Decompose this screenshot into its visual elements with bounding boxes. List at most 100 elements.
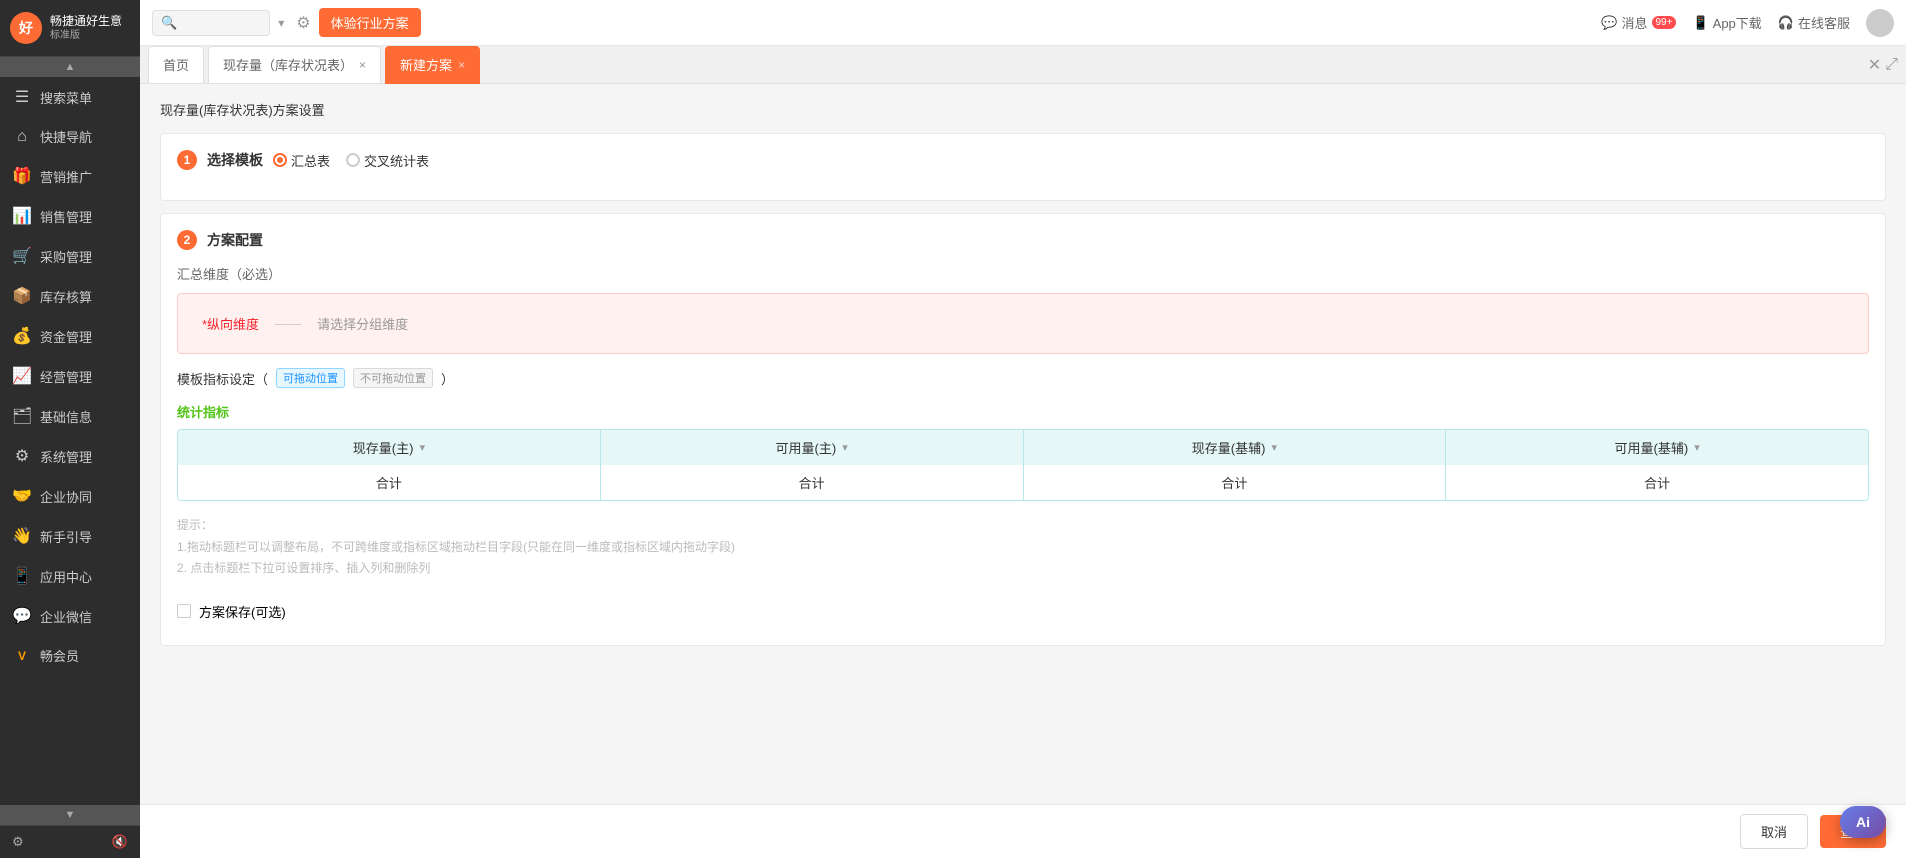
sidebar-item-marketing[interactable]: 🎁 营销推广 — [0, 156, 140, 196]
col-header-3[interactable]: 可用量(基辅) ▾ — [1446, 430, 1868, 465]
stats-table-body: 合计 合计 合计 合计 — [178, 465, 1868, 500]
col-header-1[interactable]: 可用量(主) ▾ — [601, 430, 1024, 465]
sidebar-item-quick-nav[interactable]: ⌂ 快捷导航 — [0, 117, 140, 156]
message-icon: 💬 — [1601, 15, 1617, 31]
indicator-settings-label: 模板指标设定（ 可拖动位置 不可拖动位置 ） — [177, 368, 1869, 388]
logo-icon: 好 — [10, 12, 42, 44]
sidebar: 好 畅捷通好生意 标准版 ▲ ☰ 搜索菜单 ⌂ 快捷导航 🎁 营销推广 📊 销售… — [0, 0, 140, 858]
app-center-icon: 📱 — [12, 566, 32, 586]
sidebar-item-vip[interactable]: V 畅会员 — [0, 636, 140, 675]
radio-summary-circle — [273, 153, 287, 167]
ai-fab-button[interactable]: Ai — [1840, 806, 1886, 838]
stats-section: 统计指标 现存量(主) ▾ 可用量(主) ▾ 现存量(基辅) — [177, 402, 1869, 501]
radio-summary[interactable]: 汇总表 — [273, 151, 330, 170]
col-chevron-3[interactable]: ▾ — [1694, 441, 1700, 454]
wechat-icon: 💬 — [12, 606, 32, 626]
messages-button[interactable]: 💬 消息 99+ — [1601, 13, 1676, 32]
search-menu-icon: ☰ — [12, 87, 32, 107]
stats-section-label: 统计指标 — [177, 402, 1869, 421]
sidebar-item-basic-info[interactable]: 🗂 基础信息 — [0, 396, 140, 436]
topbar-gear-icon[interactable]: ⚙ — [296, 13, 310, 33]
step1-title: 选择模板 — [207, 150, 263, 170]
cell-1: 合计 — [601, 465, 1024, 500]
save-label: 方案保存(可选) — [199, 602, 286, 621]
cell-0: 合计 — [178, 465, 601, 500]
user-avatar[interactable] — [1866, 9, 1894, 37]
sidebar-item-guide[interactable]: 👋 新手引导 — [0, 516, 140, 556]
step1-section: 1 选择模板 汇总表 交叉统计表 — [160, 133, 1886, 201]
tab-new-plan-close-icon[interactable]: × — [458, 58, 465, 72]
save-checkbox[interactable] — [177, 604, 191, 618]
sidebar-item-management[interactable]: 📈 经营管理 — [0, 356, 140, 396]
tab-inventory-close-icon[interactable]: × — [359, 58, 366, 72]
step2-section: 2 方案配置 汇总维度（必选） *纵向维度 —— 请选择分组维度 模板指标设定（… — [160, 213, 1886, 646]
headset-icon: 🎧 — [1778, 15, 1794, 31]
sidebar-bottom: ⚙ 🔇 — [0, 825, 140, 858]
search-input[interactable] — [181, 16, 261, 30]
dimension-placeholder: 请选择分组维度 — [317, 314, 408, 333]
sidebar-item-collaboration[interactable]: 🤝 企业协同 — [0, 476, 140, 516]
search-dropdown-icon[interactable]: ▾ — [278, 16, 284, 30]
customer-service-button[interactable]: 🎧 在线客服 — [1778, 13, 1850, 32]
no-drag-tag: 不可拖动位置 — [353, 368, 433, 388]
col-chevron-2[interactable]: ▾ — [1271, 441, 1277, 454]
radio-cross[interactable]: 交叉统计表 — [346, 151, 429, 170]
vip-icon: V — [12, 649, 32, 663]
inventory-icon: 📦 — [12, 286, 32, 306]
bottom-bar: 取消 查询 — [140, 804, 1906, 858]
sidebar-item-sales[interactable]: 📊 销售管理 — [0, 196, 140, 236]
basic-info-icon: 🗂 — [12, 406, 32, 426]
step1-header: 1 选择模板 汇总表 交叉统计表 — [177, 150, 1869, 170]
home-icon: ⌂ — [12, 128, 32, 146]
col-chevron-1[interactable]: ▾ — [842, 441, 848, 454]
sound-icon[interactable]: 🔇 — [112, 834, 128, 850]
app-download-button[interactable]: 📱 App下载 — [1692, 13, 1761, 32]
messages-badge: 99+ — [1652, 16, 1677, 29]
dimension-dash: —— — [275, 316, 301, 331]
search-icon: 🔍 — [161, 15, 177, 31]
topbar: 🔍 ▾ ⚙ 体验行业方案 💬 消息 99+ 📱 App下载 🎧 在线客服 — [140, 0, 1906, 46]
step2-header: 2 方案配置 — [177, 230, 1869, 250]
sidebar-item-system[interactable]: ⚙ 系统管理 — [0, 436, 140, 476]
sidebar-item-search[interactable]: ☰ 搜索菜单 — [0, 77, 140, 117]
stats-table-header: 现存量(主) ▾ 可用量(主) ▾ 现存量(基辅) ▾ 可用量(基辅) — [178, 430, 1868, 465]
sidebar-item-finance[interactable]: 💰 资金管理 — [0, 316, 140, 356]
sidebar-scroll-up[interactable]: ▲ — [0, 57, 140, 77]
sidebar-item-wechat[interactable]: 💬 企业微信 — [0, 596, 140, 636]
tab-close-all-icon[interactable]: ✕ — [1868, 55, 1881, 75]
cancel-button[interactable]: 取消 — [1740, 814, 1808, 849]
col-header-0[interactable]: 现存量(主) ▾ — [178, 430, 601, 465]
gift-icon: 🎁 — [12, 166, 32, 186]
step2-title: 方案配置 — [207, 230, 263, 250]
cell-3: 合计 — [1446, 465, 1868, 500]
main-area: 🔍 ▾ ⚙ 体验行业方案 💬 消息 99+ 📱 App下载 🎧 在线客服 — [140, 0, 1906, 858]
dimension-row[interactable]: *纵向维度 —— 请选择分组维度 — [177, 293, 1869, 354]
drag-tag: 可拖动位置 — [276, 368, 345, 388]
finance-icon: 💰 — [12, 326, 32, 346]
tab-new-plan[interactable]: 新建方案 × — [385, 46, 480, 84]
topbar-right: 💬 消息 99+ 📱 App下载 🎧 在线客服 — [1601, 9, 1894, 37]
tab-inventory-status[interactable]: 现存量（库存状况表） × — [208, 46, 381, 84]
collaboration-icon: 🤝 — [12, 486, 32, 506]
sidebar-scroll-down[interactable]: ▼ — [0, 805, 140, 825]
page-title: 现存量(库存状况表)方案设置 — [160, 100, 1886, 119]
phone-icon: 📱 — [1692, 15, 1708, 31]
col-header-2[interactable]: 现存量(基辅) ▾ — [1024, 430, 1447, 465]
tab-bar: 首页 现存量（库存状况表） × 新建方案 × ✕ ⤢ — [140, 46, 1906, 84]
trial-button[interactable]: 体验行业方案 — [319, 8, 421, 37]
sidebar-item-purchase[interactable]: 🛒 采购管理 — [0, 236, 140, 276]
search-box[interactable]: 🔍 — [152, 10, 270, 36]
app-logo: 好 畅捷通好生意 标准版 — [0, 0, 140, 57]
indicator-settings: 模板指标设定（ 可拖动位置 不可拖动位置 ） — [177, 368, 1869, 388]
col-chevron-0[interactable]: ▾ — [419, 441, 425, 454]
app-name: 畅捷通好生意 标准版 — [50, 14, 122, 43]
dimension-label: *纵向维度 — [202, 314, 259, 333]
summary-dim-label: 汇总维度（必选） — [177, 264, 1869, 283]
step1-badge: 1 — [177, 150, 197, 170]
sidebar-item-app-center[interactable]: 📱 应用中心 — [0, 556, 140, 596]
tab-expand-icon[interactable]: ⤢ — [1885, 56, 1898, 74]
tab-home[interactable]: 首页 — [148, 46, 204, 84]
sidebar-item-inventory[interactable]: 📦 库存核算 — [0, 276, 140, 316]
sales-icon: 📊 — [12, 206, 32, 226]
settings-icon[interactable]: ⚙ — [12, 834, 24, 850]
